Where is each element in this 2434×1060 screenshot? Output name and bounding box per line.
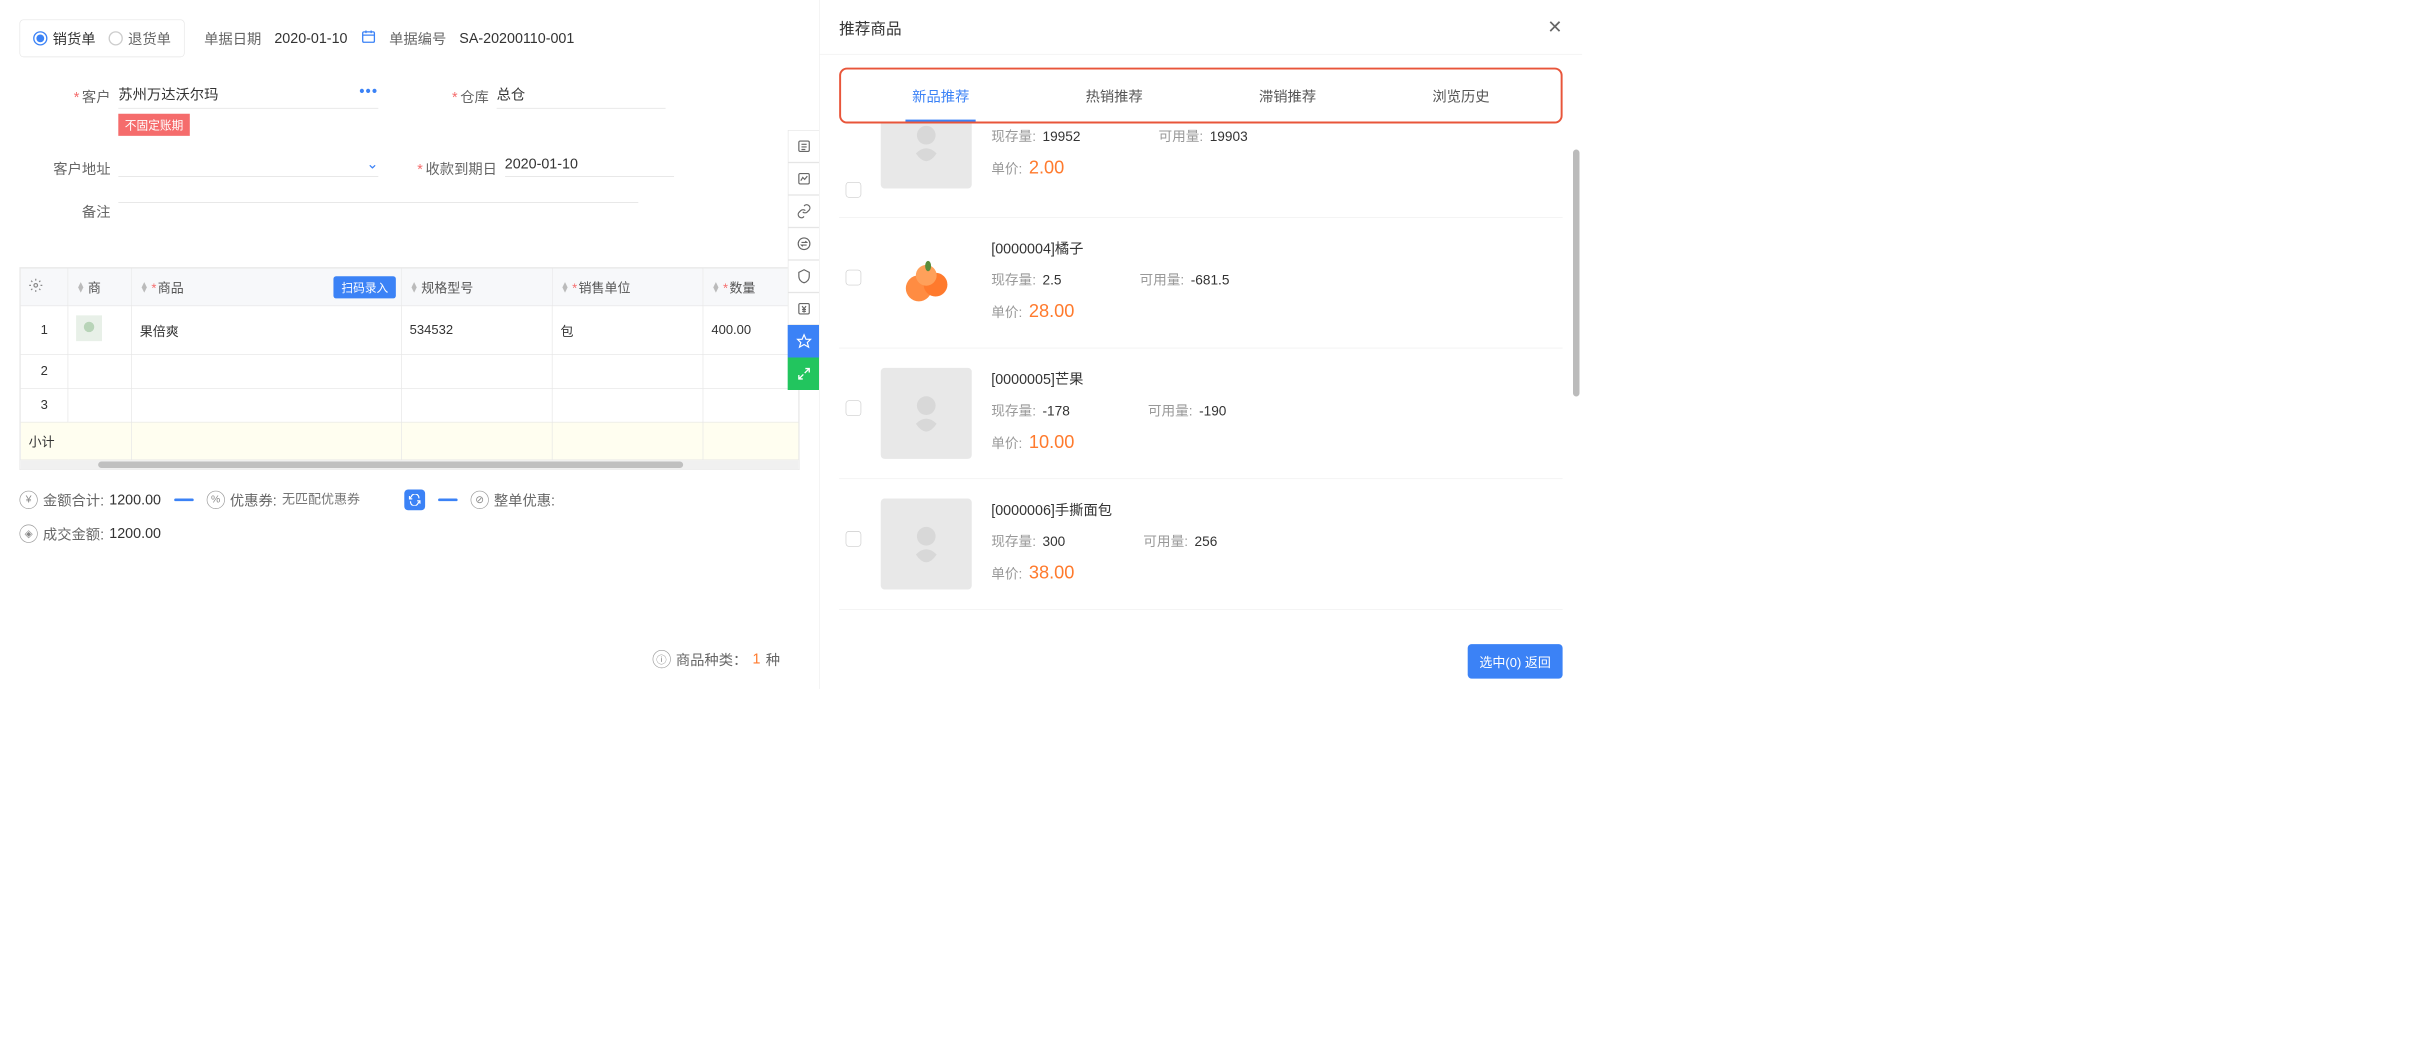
deal-value: 1200.00 — [109, 525, 161, 542]
recommend-tabs: 新品推荐 热销推荐 滞销推荐 浏览历史 — [839, 68, 1562, 124]
tab-new-recommend[interactable]: 新品推荐 — [893, 75, 989, 117]
recommend-title: 推荐商品 — [839, 16, 901, 39]
whole-discount-label: 整单优惠: — [494, 489, 555, 510]
doc-num-value: SA-20200110-001 — [459, 30, 574, 47]
amount-label: 金额合计: — [43, 489, 104, 510]
tab-sale-label: 销货单 — [53, 28, 96, 49]
product-image — [881, 123, 972, 188]
info-icon: ⓘ — [652, 650, 670, 668]
customer-value: 苏州万达沃尔玛 — [118, 86, 218, 102]
close-icon[interactable]: ✕ — [1547, 16, 1562, 37]
horizontal-scrollbar[interactable] — [20, 460, 799, 469]
item-checkbox[interactable] — [846, 400, 862, 416]
kinds-suffix: 种 — [766, 649, 780, 670]
amount-value: 1200.00 — [109, 491, 161, 508]
side-swap-icon[interactable] — [788, 227, 821, 260]
scan-input-button[interactable]: 扫码录入 — [334, 276, 396, 298]
coupon-label: 优惠券: — [230, 489, 277, 510]
side-chart-icon[interactable] — [788, 163, 821, 196]
product-title: [0000006]手撕面包 — [991, 499, 1556, 520]
tab-return-order[interactable]: 退货单 — [109, 28, 171, 49]
remark-label: 备注 — [82, 204, 111, 220]
kinds-value: 1 — [753, 651, 761, 668]
recommend-item: [0000004]橘子 现存量:2.5 可用量:-681.5 单价:28.00 — [839, 218, 1562, 349]
table-settings-header[interactable] — [20, 268, 68, 306]
radio-icon — [109, 31, 123, 45]
yen-icon: ¥ — [20, 491, 38, 509]
calendar-icon[interactable] — [360, 28, 376, 48]
due-date-label: 收款到期日 — [425, 161, 497, 177]
address-label: 客户地址 — [53, 161, 110, 177]
deal-label: 成交金额: — [43, 523, 104, 544]
coupon-input[interactable] — [282, 492, 399, 507]
col-unit[interactable]: ▲▼*销售单位 — [552, 268, 703, 306]
warehouse-value: 总仓 — [497, 86, 526, 102]
warehouse-field[interactable]: 总仓 — [497, 83, 666, 108]
col-img[interactable]: ▲▼商 — [68, 268, 132, 306]
tab-hot-recommend[interactable]: 热销推荐 — [1066, 75, 1162, 117]
more-icon[interactable]: ••• — [359, 83, 378, 100]
table-row[interactable]: 2 — [20, 355, 798, 389]
subtotal-row: 小计 — [20, 422, 798, 460]
item-checkbox[interactable] — [846, 531, 862, 547]
warehouse-label: 仓库 — [460, 89, 489, 105]
recommend-item: [0000006]手撕面包 现存量:300 可用量:256 单价:38.00 — [839, 479, 1562, 610]
side-shield-icon[interactable] — [788, 260, 821, 293]
due-date-field[interactable]: 2020-01-10 — [505, 155, 674, 176]
doc-date-value[interactable]: 2020-01-10 — [274, 30, 347, 47]
due-date-value: 2020-01-10 — [505, 155, 578, 171]
recommend-item: [0000005]芒果 现存量:-178 可用量:-190 单价:10.00 — [839, 348, 1562, 479]
product-image — [881, 368, 972, 459]
product-image — [881, 237, 972, 328]
radio-icon — [33, 31, 47, 45]
vertical-scrollbar[interactable] — [1573, 150, 1580, 397]
side-expand-icon[interactable] — [788, 358, 821, 391]
discount-icon: ⊘ — [470, 491, 488, 509]
side-toolbar — [788, 130, 821, 390]
table-row[interactable]: 3 — [20, 388, 798, 422]
col-qty[interactable]: ▲▼*数量 — [703, 268, 798, 306]
order-items-table: ▲▼商 ▲▼*商品 扫码录入 ▲▼规格型号 ▲▼*销售单位 ▲▼*数量 1 果倍… — [20, 267, 800, 470]
address-field[interactable]: ⌄ — [118, 155, 378, 176]
product-image — [881, 499, 972, 590]
deal-icon: ◈ — [20, 525, 38, 543]
kinds-label: 商品种类： — [676, 649, 748, 670]
tab-slow-recommend[interactable]: 滞销推荐 — [1239, 75, 1335, 117]
doc-type-tabs: 销货单 退货单 — [20, 20, 185, 58]
side-list-icon[interactable] — [788, 130, 821, 163]
table-row[interactable]: 1 果倍爽 534532 包 400.00 — [20, 306, 798, 355]
tab-browse-history[interactable]: 浏览历史 — [1413, 75, 1509, 117]
side-currency-icon[interactable] — [788, 293, 821, 326]
col-product[interactable]: ▲▼*商品 扫码录入 — [132, 268, 402, 306]
select-count-button[interactable]: 选中(0) 返回 — [1468, 644, 1563, 678]
item-checkbox[interactable] — [846, 182, 862, 198]
product-title: [0000004]橘子 — [991, 237, 1556, 258]
side-link-icon[interactable] — [788, 195, 821, 227]
doc-date-label: 单据日期 — [204, 28, 261, 49]
customer-badge: 不固定账期 — [118, 114, 189, 136]
doc-num-label: 单据编号 — [389, 28, 446, 49]
side-star-icon[interactable] — [788, 325, 821, 358]
dash-icon — [438, 499, 458, 502]
col-spec[interactable]: ▲▼规格型号 — [402, 268, 553, 306]
product-title: [0000005]芒果 — [991, 368, 1556, 389]
refresh-button[interactable] — [404, 489, 425, 510]
chevron-down-icon[interactable]: ⌄ — [366, 155, 378, 172]
remark-field[interactable] — [118, 198, 638, 203]
customer-field[interactable]: 苏州万达沃尔玛 ••• — [118, 83, 378, 108]
customer-label: 客户 — [82, 89, 111, 105]
recommend-item: 250ml 现存量:19952 可用量:19903 单价:2.00 — [839, 130, 1562, 218]
item-checkbox[interactable] — [846, 270, 862, 286]
dash-icon — [174, 499, 194, 502]
tab-sale-order[interactable]: 销货单 — [33, 28, 95, 49]
tab-return-label: 退货单 — [128, 28, 171, 49]
coupon-icon: % — [206, 491, 224, 509]
